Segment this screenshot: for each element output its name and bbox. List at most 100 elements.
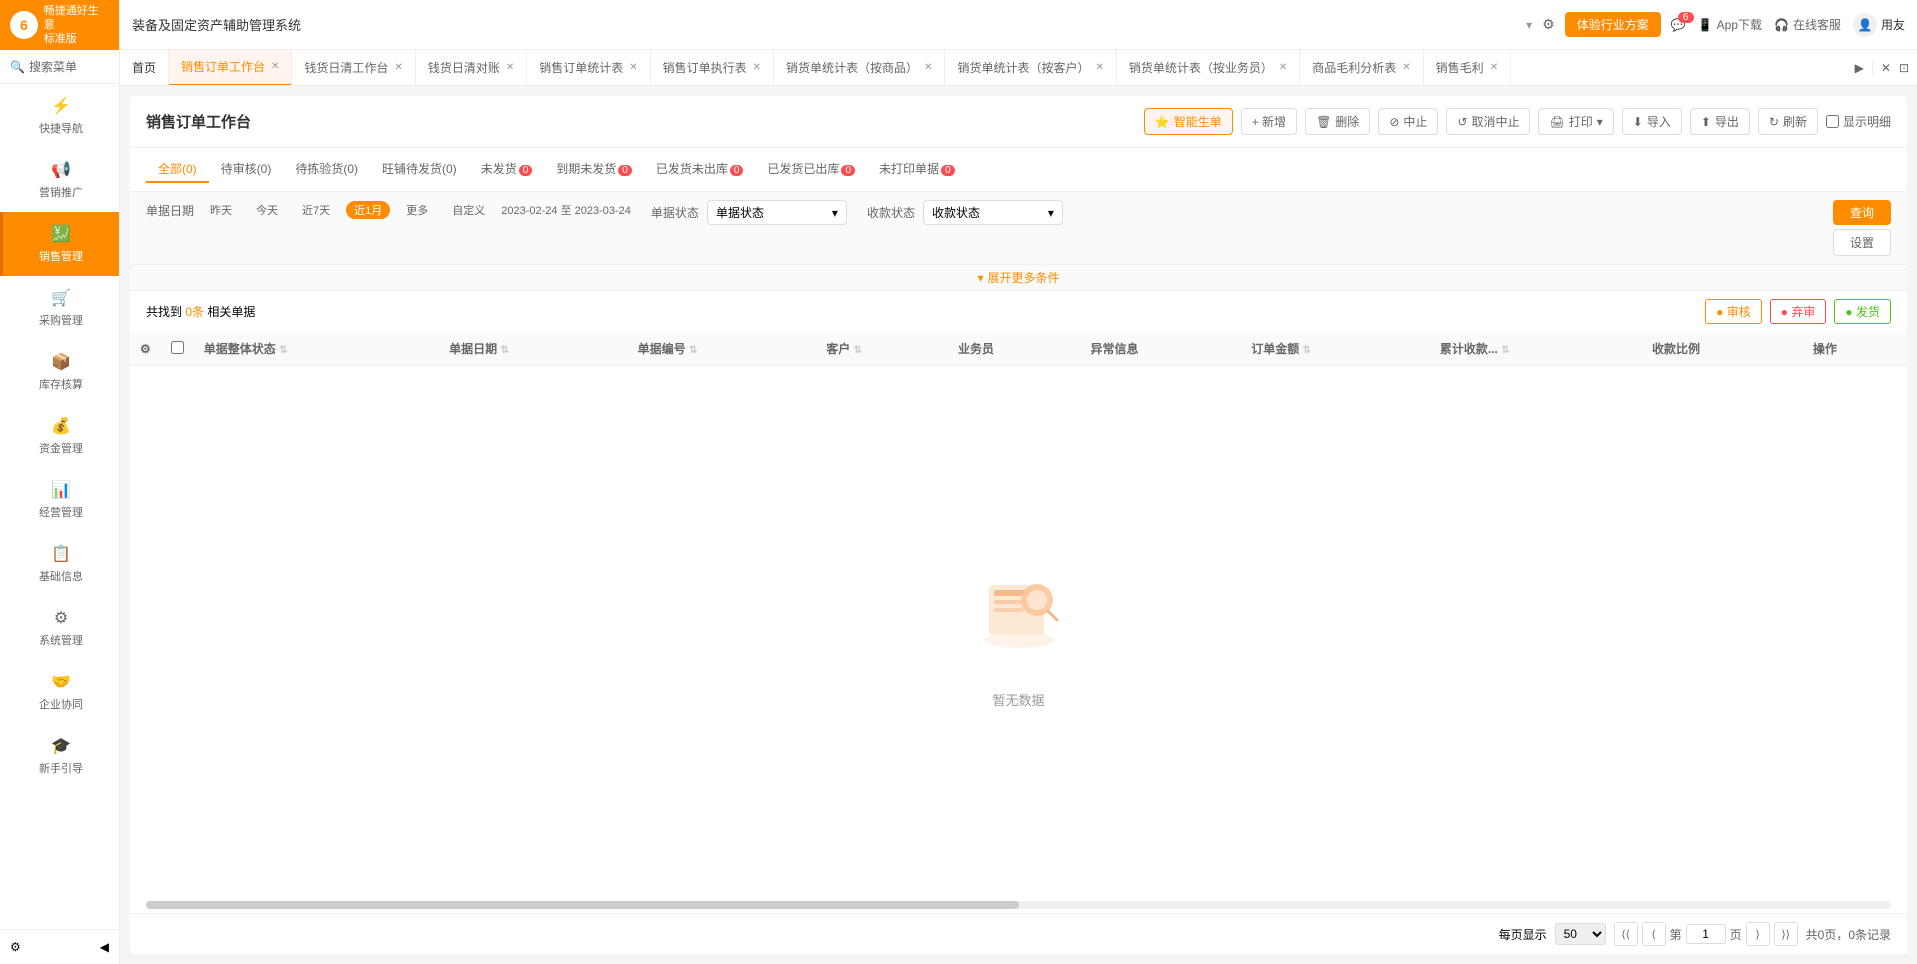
tab-sales-order-exec[interactable]: 销售订单执行表✕: [651, 50, 774, 86]
scrollbar-thumb[interactable]: [146, 901, 1019, 909]
page-prev-btn[interactable]: ⟨: [1642, 922, 1666, 946]
sort-customer-icon[interactable]: ⇅: [854, 345, 862, 356]
tab-close-sales-profit[interactable]: ✕: [1490, 62, 1498, 73]
select-all-checkbox[interactable]: [171, 341, 184, 354]
industry-btn[interactable]: 体验行业方案: [1565, 12, 1661, 37]
date-1month-btn[interactable]: 近1月: [346, 201, 390, 219]
refresh-btn[interactable]: ↻ 刷新: [1758, 108, 1818, 135]
sidebar-item-operations[interactable]: 📊 经营管理: [0, 468, 119, 532]
tab-prev-icon[interactable]: ✕: [1877, 61, 1895, 75]
tab-close-cash-reconcile[interactable]: ✕: [506, 62, 514, 73]
table-header-bar: 共找到 0条 相关单据 ● 审核 ● 弃审 ● 发货: [130, 291, 1907, 332]
page-next-btn[interactable]: ⟩: [1746, 922, 1770, 946]
tab-sales-stats-product[interactable]: 销货单统计表（按商品） ✕: [774, 50, 945, 86]
filter-setting-btn[interactable]: 设置: [1833, 229, 1891, 256]
sidebar-item-sales[interactable]: 💹 销售管理: [0, 212, 119, 276]
message-area[interactable]: 💬 6: [1671, 18, 1686, 32]
collapse-icon[interactable]: ◀: [100, 940, 109, 954]
sidebar-item-system[interactable]: ⚙ 系统管理: [0, 596, 119, 660]
sub-tab-wangpu-pending[interactable]: 旺铺待发货(0): [370, 156, 469, 183]
status-select[interactable]: 单据状态 ▾: [707, 200, 847, 225]
gear-icon[interactable]: ⚙: [1542, 16, 1555, 33]
tab-more-btn[interactable]: ▶: [1847, 61, 1872, 75]
app-download[interactable]: 📱 App下载: [1698, 16, 1762, 33]
tab-sales-order-stats[interactable]: 销售订单统计表✕: [527, 50, 650, 86]
sub-tab-overdue-unshipped[interactable]: 到期未发货0: [544, 156, 644, 183]
sidebar-item-finance[interactable]: 💰 资金管理: [0, 404, 119, 468]
tab-sales-profit[interactable]: 销售毛利✕: [1424, 50, 1511, 86]
new-btn[interactable]: + 新增: [1241, 108, 1297, 135]
tab-close-sales-workbench[interactable]: ✕: [271, 61, 279, 72]
page-first-btn[interactable]: ⟨⟨: [1614, 922, 1638, 946]
sort-status-icon[interactable]: ⇅: [279, 345, 287, 356]
show-detail-checkbox[interactable]: 显示明细: [1826, 113, 1891, 130]
sub-tab-pending-inspect[interactable]: 待拣验货(0): [283, 156, 370, 183]
sidebar-item-quick-nav[interactable]: ⚡ 快捷导航: [0, 84, 119, 148]
sub-tab-all[interactable]: 全部(0): [146, 156, 209, 183]
ship-btn[interactable]: ● 发货: [1834, 299, 1891, 324]
sort-number-icon[interactable]: ⇅: [689, 345, 697, 356]
col-checkbox[interactable]: [161, 332, 194, 366]
online-service[interactable]: 🎧 在线客服: [1774, 16, 1841, 33]
page-last-btn[interactable]: ⟩⟩: [1774, 922, 1798, 946]
stop-btn[interactable]: ⊘ 中止: [1378, 108, 1438, 135]
tab-close-sales-stats-product[interactable]: ✕: [924, 62, 932, 73]
settings-icon[interactable]: ⚙: [10, 940, 21, 954]
sub-tab-unprinted[interactable]: 未打印单据0: [867, 156, 967, 183]
print-btn[interactable]: 🖨 打印 ▾: [1538, 108, 1613, 135]
sidebar-item-guide[interactable]: 🎓 新手引导: [0, 724, 119, 788]
tab-sales-stats-staff[interactable]: 销货单统计表（按业务员）✕: [1117, 50, 1300, 86]
query-btn[interactable]: 查询: [1833, 200, 1891, 225]
smart-btn[interactable]: ⭐ 智能生单: [1144, 108, 1233, 135]
nav-icon-finance: 💰: [51, 416, 71, 436]
sub-tab-shipped-not-out[interactable]: 已发货未出库0: [644, 156, 756, 183]
sidebar-search[interactable]: 🔍 搜索菜单: [0, 50, 119, 84]
scrollbar-track[interactable]: [146, 901, 1891, 909]
expand-more-btn[interactable]: ▾ 展开更多条件: [977, 269, 1059, 286]
sidebar-item-basic-info[interactable]: 📋 基础信息: [0, 532, 119, 596]
export-btn[interactable]: ⬆ 导出: [1690, 108, 1750, 135]
col-settings[interactable]: ⚙: [130, 332, 161, 366]
tab-profit-analysis[interactable]: 商品毛利分析表✕: [1300, 50, 1423, 86]
revoke-btn[interactable]: ● 弃审: [1770, 299, 1827, 324]
show-detail-input[interactable]: [1826, 115, 1839, 128]
tab-cash-daily[interactable]: 钱货日清工作台✕: [292, 50, 415, 86]
tab-close-sales-stats-customer[interactable]: ✕: [1095, 62, 1103, 73]
date-today-btn[interactable]: 今天: [248, 200, 286, 220]
user-area[interactable]: 👤 用友: [1853, 13, 1905, 37]
tab-cash-reconcile[interactable]: 钱货日清对账✕: [416, 50, 527, 86]
sub-tab-unshipped[interactable]: 未发货0: [469, 156, 545, 183]
tab-sales-workbench[interactable]: 销售订单工作台✕: [169, 50, 292, 86]
sub-tab-shipped-out[interactable]: 已发货已出库0: [755, 156, 867, 183]
tab-sales-stats-customer[interactable]: 销货单统计表（按客户）✕: [945, 50, 1116, 86]
tab-home[interactable]: 首页: [120, 50, 169, 86]
date-7days-btn[interactable]: 近7天: [294, 200, 338, 220]
sort-date-icon[interactable]: ⇅: [500, 345, 508, 356]
audit-btn[interactable]: ● 审核: [1705, 299, 1762, 324]
payment-select[interactable]: 收款状态 ▾: [923, 200, 1063, 225]
tab-next-icon[interactable]: ⊡: [1895, 61, 1913, 75]
sidebar-item-enterprise[interactable]: 🤝 企业协同: [0, 660, 119, 724]
tab-close-sales-order-exec[interactable]: ✕: [753, 62, 761, 73]
sidebar-item-purchase[interactable]: 🛒 采购管理: [0, 276, 119, 340]
sort-collected-icon[interactable]: ⇅: [1501, 345, 1509, 356]
dropdown-arrow-icon[interactable]: ▾: [1526, 18, 1532, 32]
tab-close-profit-analysis[interactable]: ✕: [1402, 62, 1410, 73]
import-btn[interactable]: ⬇ 导入: [1622, 108, 1682, 135]
sort-amount-icon[interactable]: ⇅: [1303, 345, 1311, 356]
tab-close-cash-daily[interactable]: ✕: [394, 62, 402, 73]
page-input[interactable]: [1686, 924, 1726, 944]
sidebar-item-marketing[interactable]: 📢 营销推广: [0, 148, 119, 212]
sub-tab-pending-audit[interactable]: 待审核(0): [209, 156, 284, 183]
page-size-select[interactable]: 50 10 20 100: [1555, 923, 1606, 945]
tab-close-sales-stats-staff[interactable]: ✕: [1279, 62, 1287, 73]
date-custom-btn[interactable]: 自定义: [444, 200, 493, 220]
tab-close-sales-order-stats[interactable]: ✕: [629, 62, 637, 73]
tab-label-sales-stats-product: 销货单统计表（按商品）: [786, 59, 918, 76]
user-icon: 👤: [1853, 13, 1877, 37]
cancel-stop-btn[interactable]: ↺ 取消中止: [1446, 108, 1530, 135]
date-more-btn[interactable]: 更多: [398, 200, 436, 220]
delete-btn[interactable]: 🗑 删除: [1305, 108, 1370, 135]
sidebar-item-inventory[interactable]: 📦 库存核算: [0, 340, 119, 404]
date-yesterday-btn[interactable]: 昨天: [202, 200, 240, 220]
